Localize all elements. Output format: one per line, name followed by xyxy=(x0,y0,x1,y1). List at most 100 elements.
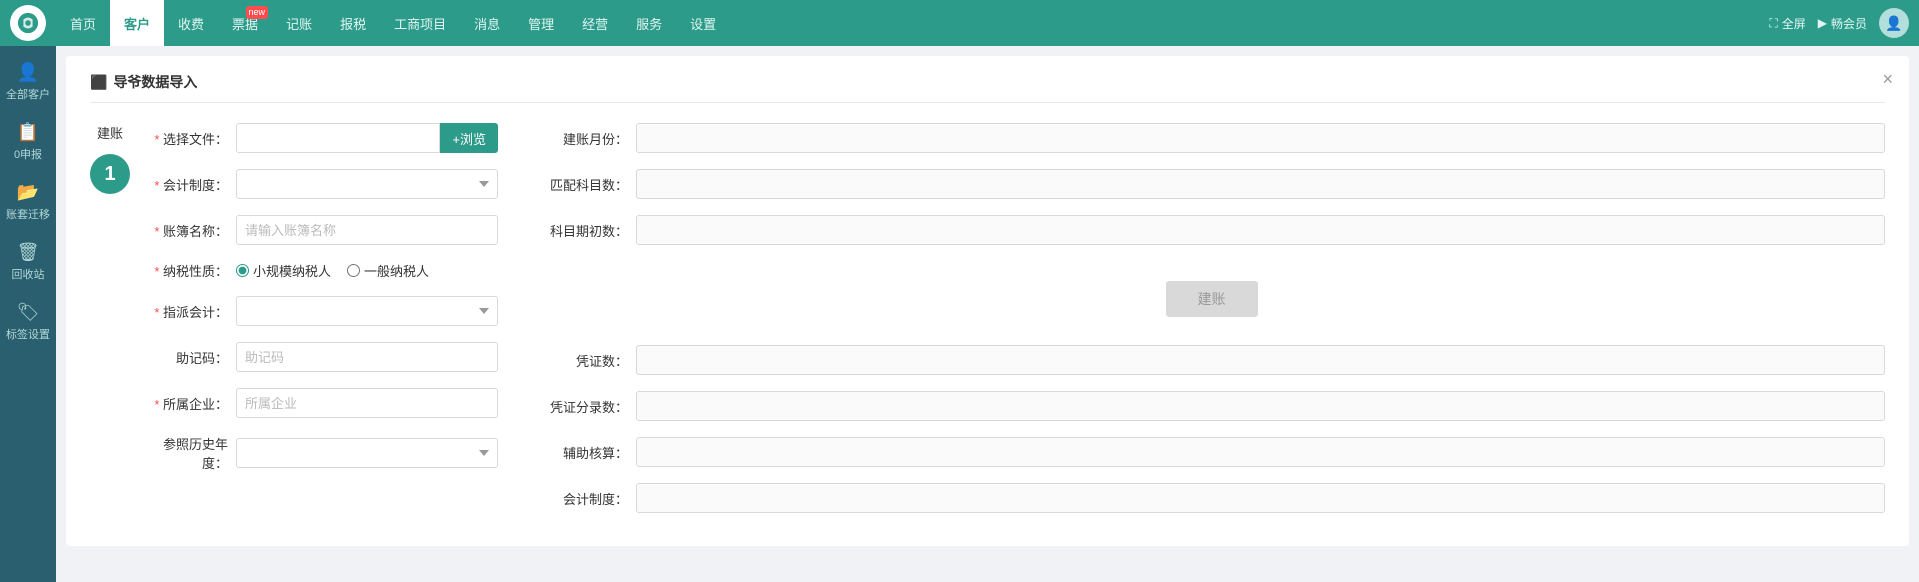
nav-accounting[interactable]: 记账 xyxy=(272,0,326,46)
sidebar: 👤 全部客户 📋 0申报 📂 账套迁移 🗑 回收站 🏷 标签设置 xyxy=(0,46,56,582)
sidebar-item-label: 0申报 xyxy=(14,146,42,162)
sidebar-item-label: 标签设置 xyxy=(6,326,50,342)
tax-type-label: 纳税性质： xyxy=(138,261,228,280)
accounts-initial-label: 科目期初数： xyxy=(538,221,628,240)
form-right: 建账月份： 匹配科目数： 科目期初数： 建账 xyxy=(498,123,1885,513)
nav-service[interactable]: 服务 xyxy=(622,0,676,46)
enterprise-input[interactable] xyxy=(236,388,498,418)
accountant-label: 指派会计： xyxy=(138,302,228,321)
nav-settings[interactable]: 设置 xyxy=(676,0,730,46)
panel-header-icon: ⬛ xyxy=(90,74,107,91)
nav-messages[interactable]: 消息 xyxy=(460,0,514,46)
sidebar-item-recycle-bin[interactable]: 🗑 回收站 xyxy=(0,234,56,290)
member-icon: ▶ xyxy=(1818,16,1827,30)
sidebar-item-label: 回收站 xyxy=(12,266,45,282)
sidebar-item-declaration[interactable]: 📋 0申报 xyxy=(0,114,56,170)
ledger-name-label: 账簿名称： xyxy=(138,221,228,240)
radio-general-label: 一般纳税人 xyxy=(364,261,429,280)
all-customers-icon: 👤 xyxy=(17,62,39,83)
accounting-month-label: 建账月份： xyxy=(538,129,628,148)
nav-invoice[interactable]: 票据 new xyxy=(218,0,272,46)
nav-management[interactable]: 管理 xyxy=(514,0,568,46)
info-row-accounting-month: 建账月份： xyxy=(538,123,1885,153)
fullscreen-button[interactable]: ⛶ 全屏 xyxy=(1769,15,1805,32)
sidebar-item-all-customers[interactable]: 👤 全部客户 xyxy=(0,54,56,110)
accounting-system-select[interactable] xyxy=(236,169,498,199)
sidebar-item-tag-settings[interactable]: 🏷 标签设置 xyxy=(0,294,56,350)
reference-year-select[interactable] xyxy=(236,438,498,468)
info-row-vouchers: 凭证数： xyxy=(538,345,1885,375)
file-input[interactable] xyxy=(236,123,440,153)
submit-jianzhang-button[interactable]: 建账 xyxy=(1166,281,1258,317)
nav-business[interactable]: 工商项目 xyxy=(380,0,460,46)
info-row-voucher-entries: 凭证分录数： xyxy=(538,391,1885,421)
import-panel: ⬛ 导爷数据导入 × 建账 1 选择文件： xyxy=(66,56,1909,546)
nav-billing[interactable]: 收费 xyxy=(164,0,218,46)
new-badge: new xyxy=(246,6,269,19)
panel-header: ⬛ 导爷数据导入 xyxy=(90,72,1885,103)
nav-operations[interactable]: 经营 xyxy=(568,0,622,46)
nav-items: 首页 客户 收费 票据 new 记账 报税 工商项目 消息 管理 经营 服务 设… xyxy=(56,0,1769,46)
member-button[interactable]: ▶ 畅会员 xyxy=(1818,15,1867,32)
match-accounts-label: 匹配科目数： xyxy=(538,175,628,194)
info-row-accounts-initial: 科目期初数： xyxy=(538,215,1885,245)
memo-code-input[interactable] xyxy=(236,342,498,372)
form-row-ledger-name: 账簿名称： xyxy=(138,215,498,245)
fullscreen-icon: ⛶ xyxy=(1769,16,1777,31)
main-content: ⬛ 导爷数据导入 × 建账 1 选择文件： xyxy=(56,46,1919,582)
radio-small-taxpayer[interactable]: 小规模纳税人 xyxy=(236,261,331,280)
nav-customers[interactable]: 客户 xyxy=(110,0,164,46)
info-row-auxiliary-accounting: 辅助核算： xyxy=(538,437,1885,467)
radio-small-label: 小规模纳税人 xyxy=(253,261,331,280)
match-accounts-value xyxy=(636,169,1885,199)
voucher-entries-value xyxy=(636,391,1885,421)
tag-settings-icon: 🏷 xyxy=(17,302,40,323)
info-row-accounting-system: 会计制度： xyxy=(538,483,1885,513)
form-row-enterprise: 所属企业： xyxy=(138,388,498,418)
sidebar-item-account-migration[interactable]: 📂 账套迁移 xyxy=(0,174,56,230)
declaration-icon: 📋 xyxy=(17,122,39,143)
radio-general-taxpayer[interactable]: 一般纳税人 xyxy=(347,261,429,280)
accounting-system-label: 会计制度： xyxy=(138,175,228,194)
nav-home[interactable]: 首页 xyxy=(56,0,110,46)
accounts-initial-value xyxy=(636,215,1885,245)
form-container: 建账 1 选择文件： +浏览 xyxy=(90,123,1885,513)
voucher-entries-label: 凭证分录数： xyxy=(538,397,628,416)
nav-tax[interactable]: 报税 xyxy=(326,0,380,46)
vouchers-label: 凭证数： xyxy=(538,351,628,370)
form-row-memo-code: 助记码： xyxy=(138,342,498,372)
file-label: 选择文件： xyxy=(138,129,228,148)
enterprise-label: 所属企业： xyxy=(138,394,228,413)
info-row-match-accounts: 匹配科目数： xyxy=(538,169,1885,199)
step-label-text: 建账 xyxy=(97,123,123,142)
sidebar-item-label: 全部客户 xyxy=(6,86,50,102)
close-button[interactable]: × xyxy=(1882,70,1893,88)
app-logo[interactable] xyxy=(10,5,46,41)
main-layout: 👤 全部客户 📋 0申报 📂 账套迁移 🗑 回收站 🏷 标签设置 ⬛ 导爷数据导… xyxy=(0,46,1919,582)
tax-type-radio-group: 小规模纳税人 一般纳税人 xyxy=(236,261,429,280)
accountant-select[interactable] xyxy=(236,296,498,326)
info-section: 建账月份： 匹配科目数： 科目期初数： 建账 xyxy=(538,123,1885,513)
avatar[interactable]: 👤 xyxy=(1879,8,1909,38)
memo-code-label: 助记码： xyxy=(138,348,228,367)
vouchers-value xyxy=(636,345,1885,375)
accounting-month-value xyxy=(636,123,1885,153)
form-outer: 建账 1 选择文件： +浏览 xyxy=(90,123,498,513)
reference-year-label: 参照历史年度： xyxy=(138,434,228,472)
radio-small-taxpayer-input[interactable] xyxy=(236,264,249,277)
form-row-reference-year: 参照历史年度： xyxy=(138,434,498,472)
browse-button[interactable]: +浏览 xyxy=(440,123,498,153)
form-fields: 选择文件： +浏览 会计制度： xyxy=(138,123,498,472)
auxiliary-accounting-label: 辅助核算： xyxy=(538,443,628,462)
form-row-tax-type: 纳税性质： 小规模纳税人 一般纳税人 xyxy=(138,261,498,280)
radio-general-taxpayer-input[interactable] xyxy=(347,264,360,277)
account-migration-icon: 📂 xyxy=(17,182,39,203)
right-accounting-system-label: 会计制度： xyxy=(538,489,628,508)
panel-title: 导爷数据导入 xyxy=(113,72,197,92)
auxiliary-accounting-value xyxy=(636,437,1885,467)
step-circle: 1 xyxy=(90,154,130,194)
form-row-accounting-system: 会计制度： xyxy=(138,169,498,199)
top-nav-right: ⛶ 全屏 ▶ 畅会员 👤 xyxy=(1769,8,1909,38)
ledger-name-input[interactable] xyxy=(236,215,498,245)
right-accounting-system-value xyxy=(636,483,1885,513)
